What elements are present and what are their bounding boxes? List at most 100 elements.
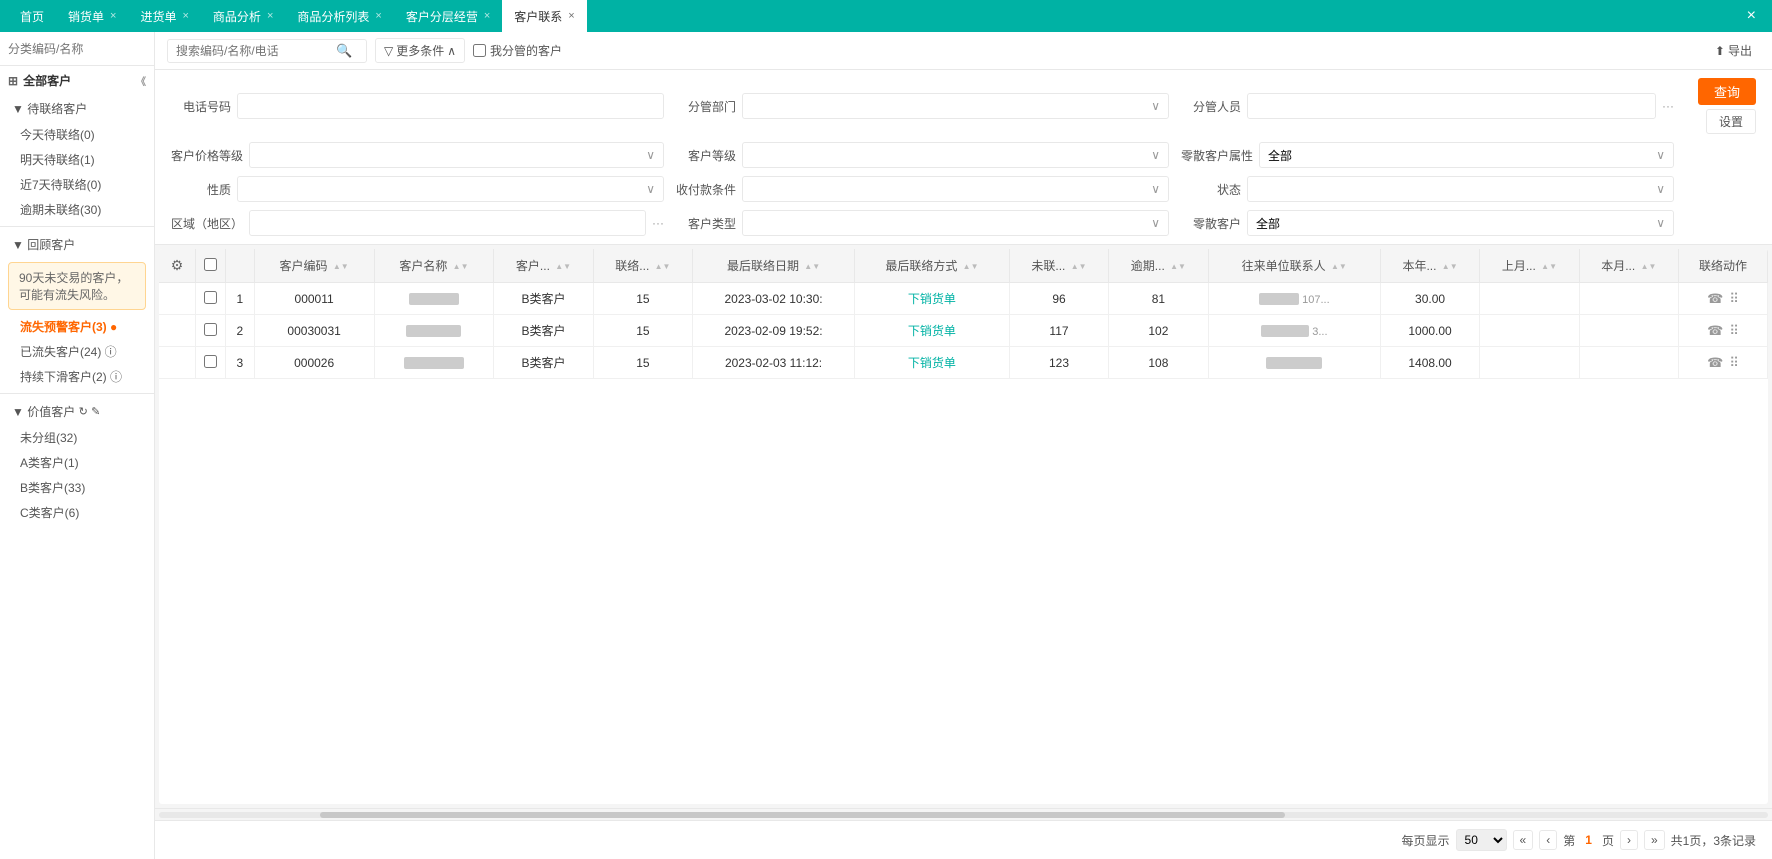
- nav-analysis-list-close[interactable]: ×: [375, 10, 381, 22]
- field-nature-select[interactable]: ∨: [237, 176, 664, 202]
- col-this-month[interactable]: 本月... ▲▼: [1579, 249, 1678, 283]
- sidebar-item-ungrouped[interactable]: 未分组(32): [0, 425, 154, 450]
- col-last-month[interactable]: 上月... ▲▼: [1480, 249, 1579, 283]
- col-this-year[interactable]: 本年... ▲▼: [1380, 249, 1479, 283]
- col-code[interactable]: 客户编码 ▲▼: [254, 249, 374, 283]
- sidebar-item-churned[interactable]: 已流失客户(24) ⓘ: [0, 339, 154, 364]
- sidebar-item-b-class[interactable]: B类客户(33): [0, 475, 154, 500]
- sidebar-group-pending[interactable]: ▼ 待联络客户: [0, 95, 154, 122]
- select-all-checkbox[interactable]: [204, 258, 217, 271]
- prev-page-button[interactable]: ‹: [1539, 830, 1557, 850]
- field-zero-cust-select[interactable]: 全部 ∨: [1247, 210, 1674, 236]
- action-icons-2: ☎ ⠿: [1685, 355, 1761, 371]
- col-unit-contact[interactable]: 往来单位联系人 ▲▼: [1208, 249, 1380, 283]
- my-customers-checkbox[interactable]: 我分管的客户: [473, 42, 562, 59]
- sidebar-item-a-class[interactable]: A类客户(1): [0, 450, 154, 475]
- field-zero-attr-select[interactable]: 全部 ∨: [1259, 142, 1674, 168]
- nav-analysis-close[interactable]: ×: [267, 10, 273, 22]
- field-payment-select[interactable]: ∨: [742, 176, 1169, 202]
- my-customers-check[interactable]: [473, 44, 486, 57]
- field-person-dots[interactable]: ···: [1662, 99, 1674, 113]
- sidebar-item-reactivated[interactable]: 持续下滑客户(2) ⓘ: [0, 364, 154, 389]
- next-page-button[interactable]: ›: [1620, 830, 1638, 850]
- field-dept-select[interactable]: ∨: [742, 93, 1169, 119]
- sidebar-item-tomorrow[interactable]: 明天待联络(1): [0, 147, 154, 172]
- menu-icon-0[interactable]: ⠿: [1729, 291, 1739, 307]
- col-overdue[interactable]: 逾期... ▲▼: [1109, 249, 1208, 283]
- col-type[interactable]: 客户... ▲▼: [494, 249, 593, 283]
- settings-button[interactable]: 设置: [1706, 109, 1756, 134]
- field-status-select[interactable]: ∨: [1247, 176, 1674, 202]
- filter-search-icon[interactable]: 🔍: [336, 43, 352, 59]
- menu-icon-1[interactable]: ⠿: [1729, 323, 1739, 339]
- sidebar-item-overdue[interactable]: 逾期未联络(30): [0, 197, 154, 222]
- nav-purchase-close[interactable]: ×: [182, 10, 188, 22]
- col-name[interactable]: 客户名称 ▲▼: [374, 249, 494, 283]
- menu-icon-2[interactable]: ⠿: [1729, 355, 1739, 371]
- cell-checkbox-0: [196, 283, 226, 315]
- field-region-dots[interactable]: ···: [652, 216, 664, 230]
- last-method-link-0[interactable]: 下销货单: [908, 292, 956, 306]
- field-phone-input[interactable]: [237, 93, 664, 119]
- field-price-grade-select[interactable]: ∨: [249, 142, 664, 168]
- nav-home[interactable]: 首页: [8, 0, 56, 32]
- sidebar-item-churn-warning[interactable]: 流失预警客户(3) ●: [0, 314, 154, 339]
- nav-sales-close[interactable]: ×: [110, 10, 116, 22]
- sidebar-item-week[interactable]: 近7天待联络(0): [0, 172, 154, 197]
- query-button[interactable]: 查询: [1698, 78, 1756, 105]
- phone-icon-1[interactable]: ☎: [1707, 323, 1723, 339]
- edit-icon[interactable]: ✎: [91, 405, 100, 418]
- field-person-select[interactable]: [1247, 93, 1656, 119]
- cell-gear-2: [159, 347, 196, 379]
- per-page-select[interactable]: 50 100: [1456, 829, 1507, 851]
- nav-customer-link-close[interactable]: ×: [568, 10, 574, 22]
- phone-icon-2[interactable]: ☎: [1707, 355, 1723, 371]
- sidebar-search-input[interactable]: [8, 42, 155, 56]
- this-year-sort-icon: ▲▼: [1442, 262, 1458, 271]
- col-last-method[interactable]: 最后联络方式 ▲▼: [855, 249, 1010, 283]
- row-checkbox-0[interactable]: [204, 291, 217, 304]
- last-method-link-2[interactable]: 下销货单: [908, 356, 956, 370]
- col-gear[interactable]: ⚙: [159, 249, 196, 283]
- gear-icon[interactable]: ⚙: [171, 257, 184, 273]
- scroll-track[interactable]: [159, 812, 1768, 818]
- row-checkbox-1[interactable]: [204, 323, 217, 336]
- refresh-icon[interactable]: ↻: [79, 405, 88, 418]
- field-cust-type-select[interactable]: ∨: [742, 210, 1169, 236]
- field-region-select[interactable]: [249, 210, 646, 236]
- col-no-contact[interactable]: 未联... ▲▼: [1009, 249, 1108, 283]
- nav-customer-link[interactable]: 客户联系 ×: [502, 0, 586, 32]
- nav-analysis[interactable]: 商品分析 ×: [201, 0, 285, 32]
- last-page-button[interactable]: »: [1644, 830, 1665, 850]
- row-checkbox-2[interactable]: [204, 355, 217, 368]
- close-all-button[interactable]: ×: [1739, 7, 1764, 25]
- col-contact[interactable]: 联络... ▲▼: [593, 249, 692, 283]
- first-page-button[interactable]: «: [1513, 830, 1534, 850]
- nav-sales[interactable]: 销货单 ×: [56, 0, 128, 32]
- last-method-link-1[interactable]: 下销货单: [908, 324, 956, 338]
- cell-action-0: ☎ ⠿: [1679, 283, 1768, 315]
- nav-customer-tier-close[interactable]: ×: [484, 10, 490, 22]
- sidebar-group-churn[interactable]: ▼ 回顾客户: [0, 231, 154, 258]
- sidebar-item-c-class[interactable]: C类客户(6): [0, 500, 154, 525]
- all-customers-title[interactable]: ⊞ 全部客户 《: [0, 66, 154, 95]
- nav-analysis-list[interactable]: 商品分析列表 ×: [285, 0, 393, 32]
- export-button[interactable]: ⬆ 导出: [1707, 39, 1760, 62]
- phone-icon-0[interactable]: ☎: [1707, 291, 1723, 307]
- cell-type-0: B类客户: [494, 283, 593, 315]
- horizontal-scrollbar[interactable]: [155, 808, 1772, 820]
- cell-last-method-0[interactable]: 下销货单: [855, 283, 1010, 315]
- cell-last-method-1[interactable]: 下销货单: [855, 315, 1010, 347]
- scroll-thumb[interactable]: [320, 812, 1285, 818]
- cell-overdue-2: 108: [1109, 347, 1208, 379]
- nav-analysis-label: 商品分析: [213, 8, 261, 25]
- more-conditions-button[interactable]: ▽ 更多条件 ∧: [375, 38, 465, 63]
- cell-last-method-2[interactable]: 下销货单: [855, 347, 1010, 379]
- sidebar-group-value[interactable]: ▼ 价值客户 ↻ ✎: [0, 398, 154, 425]
- nav-purchase[interactable]: 进货单 ×: [128, 0, 200, 32]
- nav-customer-tier[interactable]: 客户分层经营 ×: [394, 0, 502, 32]
- col-last-date[interactable]: 最后联络日期 ▲▼: [693, 249, 855, 283]
- sidebar-item-today[interactable]: 今天待联络(0): [0, 122, 154, 147]
- filter-search-input[interactable]: [176, 44, 336, 58]
- field-cust-grade-select[interactable]: ∨: [742, 142, 1169, 168]
